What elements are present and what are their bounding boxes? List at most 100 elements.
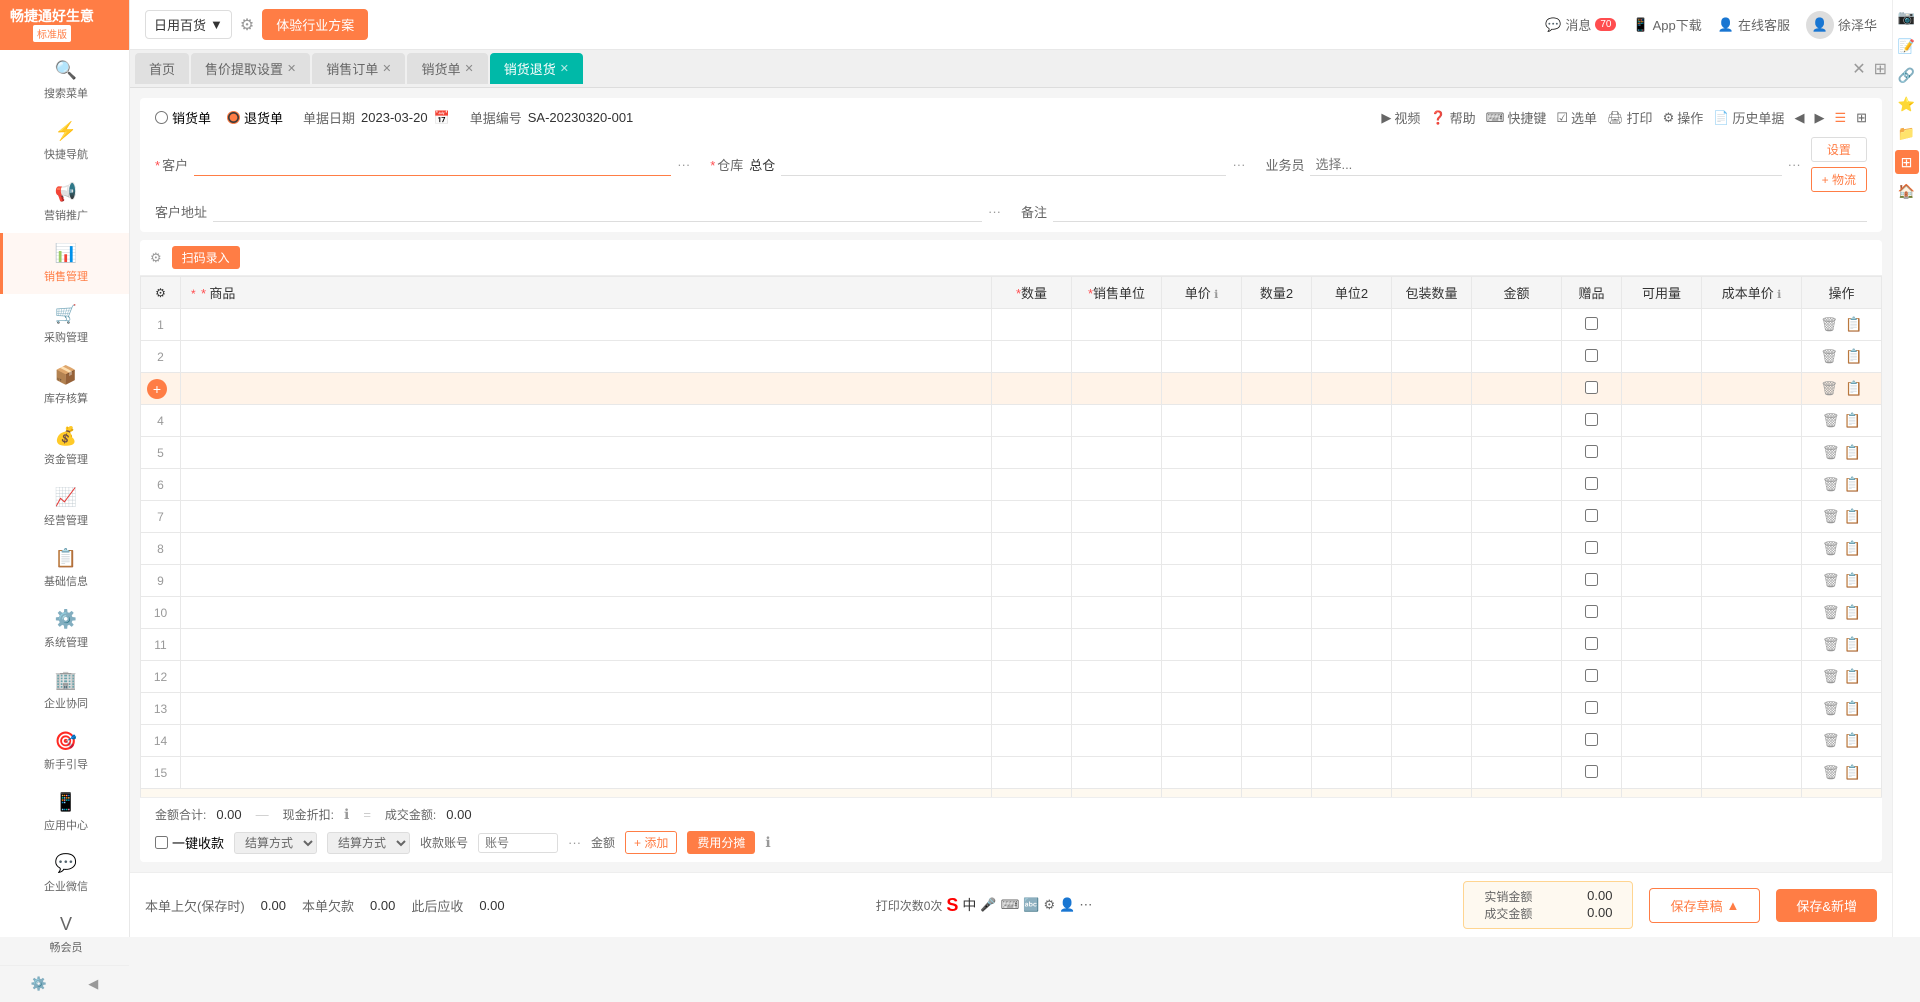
tab-sales-close[interactable]: ✕ <box>465 62 474 75</box>
account-input[interactable] <box>478 833 558 853</box>
warehouse-input[interactable] <box>781 154 1226 176</box>
discount-help-icon[interactable]: ℹ <box>344 806 349 823</box>
r6-del[interactable]: 🗑 <box>1820 474 1842 495</box>
r5-del[interactable]: 🗑 <box>1820 442 1842 463</box>
select-btn[interactable]: ☑ 选单 <box>1556 108 1597 127</box>
r12-del[interactable]: 🗑 <box>1820 666 1842 687</box>
r5q2[interactable] <box>1242 437 1312 469</box>
r5u[interactable] <box>1072 437 1162 469</box>
r4c[interactable] <box>1702 405 1802 437</box>
row-2-amount[interactable] <box>1472 341 1562 373</box>
online-service-item[interactable]: 👤 在线客服 <box>1718 15 1790 34</box>
collapse-icon[interactable]: ◀ <box>88 976 98 992</box>
tab-sales-return-close[interactable]: ✕ <box>560 62 569 75</box>
list-view-icon[interactable]: ⊞ <box>1856 110 1867 126</box>
staff-input[interactable] <box>1310 154 1781 176</box>
r13-copy[interactable]: 📋 <box>1842 698 1863 719</box>
row-1-avail[interactable] <box>1622 309 1702 341</box>
qt-note[interactable]: 📝 <box>1895 34 1919 58</box>
remark-input[interactable] <box>1053 200 1867 222</box>
row-2-price[interactable] <box>1162 341 1242 373</box>
sidebar-item-shortcut[interactable]: ⚡ 快捷导航 <box>0 111 129 172</box>
row-1-qty2[interactable] <box>1242 309 1312 341</box>
maximize-icon[interactable]: ⊞ <box>1874 59 1887 79</box>
row-3-cost[interactable] <box>1702 373 1802 405</box>
r11-copy[interactable]: 📋 <box>1842 634 1863 655</box>
row-2-delete-btn[interactable]: 🗑 <box>1818 346 1840 367</box>
sidebar-item-sales[interactable]: 📊 销售管理 <box>0 233 129 294</box>
r4p[interactable] <box>181 405 992 437</box>
radio-sales-input[interactable] <box>155 111 168 124</box>
account-dots[interactable]: ··· <box>568 835 581 850</box>
r4u2[interactable] <box>1312 405 1392 437</box>
row-1-gift-checkbox[interactable] <box>1585 317 1598 330</box>
cost-info-icon[interactable]: ℹ <box>1777 289 1781 301</box>
sidebar-item-marketing[interactable]: 📢 营销推广 <box>0 172 129 233</box>
r5q[interactable] <box>992 437 1072 469</box>
r11-del[interactable]: 🗑 <box>1820 634 1842 655</box>
tab-price-extract-close[interactable]: ✕ <box>287 62 296 75</box>
tab-price-extract[interactable]: 售价提取设置 ✕ <box>191 53 310 84</box>
qt-home[interactable]: 🏠 <box>1895 179 1919 203</box>
save-new-button[interactable]: 保存&新增 <box>1776 889 1877 922</box>
r4u[interactable] <box>1072 405 1162 437</box>
message-item[interactable]: 💬 消息 70 <box>1545 15 1616 34</box>
warehouse-dots[interactable]: ··· <box>1232 157 1245 172</box>
r12-copy[interactable]: 📋 <box>1842 666 1863 687</box>
row-2-qty[interactable] <box>992 341 1072 373</box>
row-2-unit[interactable] <box>1072 341 1162 373</box>
tab-sales-order[interactable]: 销售订单 ✕ <box>312 53 405 84</box>
r5p[interactable] <box>181 437 992 469</box>
nav-prev-icon[interactable]: ◀ <box>1794 110 1804 126</box>
sidebar-item-search[interactable]: 🔍 搜索菜单 <box>0 50 129 111</box>
row-1-qty[interactable] <box>992 309 1072 341</box>
nav-next-icon[interactable]: ▶ <box>1814 110 1824 126</box>
row-1-unit[interactable] <box>1072 309 1162 341</box>
row-1-pack[interactable] <box>1392 309 1472 341</box>
settings-icon[interactable]: ⚙️ <box>31 976 47 992</box>
radio-sales[interactable]: 销货单 <box>155 108 211 127</box>
row-3-gift-checkbox[interactable] <box>1585 381 1598 394</box>
address-input[interactable] <box>213 200 982 222</box>
app-download-item[interactable]: 📱 App下载 <box>1632 15 1701 34</box>
calc-select[interactable]: 结算方式 <box>327 832 410 854</box>
help-btn[interactable]: ❓ 帮助 <box>1430 108 1475 127</box>
tab-sales-return[interactable]: 销货退货 ✕ <box>490 53 583 84</box>
gear-icon[interactable]: ⚙ <box>240 15 254 35</box>
operate-btn[interactable]: ⚙ 操作 <box>1663 108 1704 127</box>
r4-del[interactable]: 🗑 <box>1820 410 1842 431</box>
r4a[interactable] <box>1472 405 1562 437</box>
row-3-qty2[interactable] <box>1242 373 1312 405</box>
row-1-delete-btn[interactable]: 🗑 <box>1818 314 1840 335</box>
row-2-unit2[interactable] <box>1312 341 1392 373</box>
row-2-qty2[interactable] <box>1242 341 1312 373</box>
sidebar-item-system[interactable]: ⚙️ 系统管理 <box>0 599 129 660</box>
row-3-copy-btn[interactable]: 📋 <box>1843 378 1864 399</box>
r14-copy[interactable]: 📋 <box>1842 730 1863 751</box>
video-btn[interactable]: ▶ 视频 <box>1381 108 1420 127</box>
row-1-amount[interactable] <box>1472 309 1562 341</box>
price-info-icon[interactable]: ℹ <box>1214 289 1218 301</box>
fee-help-icon[interactable]: ℹ <box>765 834 770 851</box>
sidebar-item-finance[interactable]: 💰 资金管理 <box>0 416 129 477</box>
scan-button[interactable]: 扫码录入 <box>172 246 240 269</box>
close-all-icon[interactable]: ✕ <box>1852 59 1865 79</box>
r6-copy[interactable]: 📋 <box>1842 474 1863 495</box>
row-3-gift[interactable] <box>1562 373 1622 405</box>
row-1-gift[interactable] <box>1562 309 1622 341</box>
row-3-amount[interactable] <box>1472 373 1562 405</box>
mic-icon[interactable]: 🎤 <box>980 897 996 913</box>
settlement-select[interactable]: 结算方式 <box>234 832 317 854</box>
sidebar-item-inventory[interactable]: 📦 库存核算 <box>0 355 129 416</box>
qt-link[interactable]: 🔗 <box>1895 63 1919 87</box>
r7-del[interactable]: 🗑 <box>1820 506 1842 527</box>
r13-del[interactable]: 🗑 <box>1820 698 1842 719</box>
calendar-icon[interactable]: 📅 <box>434 110 450 126</box>
r10-del[interactable]: 🗑 <box>1820 602 1842 623</box>
sidebar-item-appstore[interactable]: 📱 应用中心 <box>0 782 129 843</box>
r15-copy[interactable]: 📋 <box>1842 762 1863 783</box>
qt-star[interactable]: ⭐ <box>1895 92 1919 116</box>
grid-view-icon[interactable]: ☰ <box>1834 110 1846 126</box>
row-2-gift[interactable] <box>1562 341 1622 373</box>
r9-copy[interactable]: 📋 <box>1842 570 1863 591</box>
